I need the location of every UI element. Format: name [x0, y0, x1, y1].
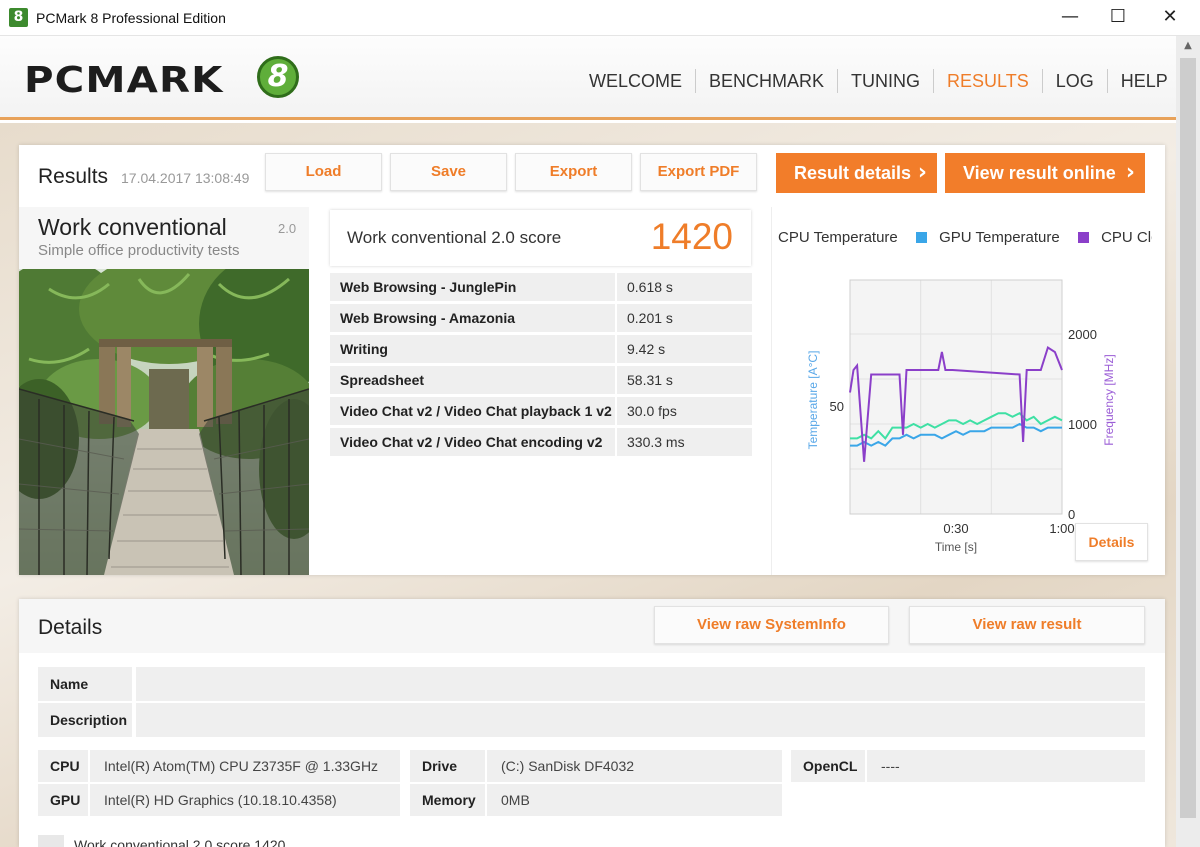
window-title: PCMark 8 Professional Edition: [36, 10, 226, 26]
minimize-button[interactable]: —: [1045, 0, 1095, 36]
nav-help[interactable]: HELP: [1106, 69, 1181, 93]
pcmark-8-logo-badge: 8: [257, 56, 299, 98]
gpu-label: GPU: [38, 784, 88, 816]
expand-toggle[interactable]: [38, 835, 64, 847]
chevron-right-icon: ›: [1125, 160, 1135, 185]
subscore-name: Spreadsheet: [330, 366, 615, 394]
results-title: Results: [38, 165, 109, 188]
y-left-tick-label: 50: [830, 399, 844, 414]
y-left-axis-label: Temperature [A°C]: [806, 351, 820, 450]
cpu-label: CPU: [38, 750, 88, 782]
table-row: Web Browsing - JunglePin 0.618 s: [330, 273, 752, 301]
chart-details-button[interactable]: Details: [1075, 523, 1148, 561]
subscore-value: 9.42 s: [617, 335, 752, 363]
subscore-value: 0.201 s: [617, 304, 752, 332]
table-row: Web Browsing - Amazonia 0.201 s: [330, 304, 752, 332]
nav-log[interactable]: LOG: [1041, 69, 1107, 93]
view-result-online-button[interactable]: View result online ›: [945, 153, 1145, 193]
subscore-value: 0.618 s: [617, 273, 752, 301]
subscore-name: Web Browsing - Amazonia: [330, 304, 615, 332]
nav-results[interactable]: RESULTS: [933, 69, 1042, 93]
results-card: Results 17.04.2017 13:08:49 Load Save Ex…: [19, 145, 1165, 575]
details-card: Details View raw SystemInfo View raw res…: [19, 599, 1165, 847]
view-raw-result-button[interactable]: View raw result: [909, 606, 1145, 644]
close-button[interactable]: ✕: [1145, 0, 1195, 36]
subscore-value: 30.0 fps: [617, 397, 752, 425]
details-header: Details View raw SystemInfo View raw res…: [19, 599, 1165, 653]
score-value: 1420: [650, 216, 733, 257]
export-pdf-button[interactable]: Export PDF: [640, 153, 757, 191]
subscore-value: 330.3 ms: [617, 428, 752, 456]
description-label: Description: [38, 703, 132, 737]
app-header: PCMARK 8 WELCOME BENCHMARK TUNING RESULT…: [0, 36, 1176, 120]
table-row: Video Chat v2 / Video Chat encoding v2 3…: [330, 428, 752, 456]
description-value: [136, 703, 1145, 737]
subscore-name: Video Chat v2 / Video Chat encoding v2: [330, 428, 615, 456]
plot-background: [850, 280, 1062, 514]
partial-score-row: Work conventional 2.0 score 1420: [74, 837, 286, 847]
load-button[interactable]: Load: [265, 153, 382, 191]
subscore-name: Video Chat v2 / Video Chat playback 1 v2: [330, 397, 615, 425]
y-right-axis-label: Frequency [MHz]: [1102, 354, 1116, 445]
y-right-tick-label: 0: [1068, 507, 1075, 522]
test-version: 2.0: [278, 221, 297, 236]
result-details-label: Result details: [794, 163, 912, 183]
y-right-tick-label: 1000: [1068, 417, 1097, 432]
export-button[interactable]: Export: [515, 153, 632, 191]
opencl-label: OpenCL: [791, 750, 865, 782]
view-result-online-label: View result online: [963, 163, 1116, 183]
cpu-value: Intel(R) Atom(TM) CPU Z3735F @ 1.33GHz: [90, 750, 400, 782]
scrollbar-thumb[interactable]: [1180, 58, 1196, 818]
table-row: Writing 9.42 s: [330, 335, 752, 363]
gpu-value: Intel(R) HD Graphics (10.18.10.4358): [90, 784, 400, 816]
view-raw-systeminfo-button[interactable]: View raw SystemInfo: [654, 606, 889, 644]
y-right-tick-label: 2000: [1068, 327, 1097, 342]
name-value: [136, 667, 1145, 701]
pcmark-app-icon: 8: [9, 8, 28, 27]
name-label: Name: [38, 667, 132, 701]
title-bar: 8 PCMark 8 Professional Edition — ☐ ✕: [0, 0, 1200, 36]
memory-value: 0MB: [487, 784, 782, 816]
main-nav: WELCOME BENCHMARK TUNING RESULTS LOG HEL…: [576, 69, 1181, 93]
details-title: Details: [38, 616, 103, 639]
monitoring-panel: CPU Temperature GPU Temperature CPU Clc …: [771, 207, 1165, 575]
maximize-button[interactable]: ☐: [1093, 0, 1143, 36]
chevron-right-icon: ›: [917, 160, 927, 185]
pcmark-logo: PCMARK: [24, 60, 224, 101]
x-axis-label: Time [s]: [935, 540, 977, 554]
x-tick-label: 1:00: [1049, 521, 1074, 536]
test-info-panel: Work conventional 2.0 Simple office prod…: [19, 207, 309, 575]
drive-value: (C:) SanDisk DF4032: [487, 750, 782, 782]
overall-score-box: Work conventional 2.0 score 1420: [330, 210, 751, 266]
monitoring-chart: 50 2000 1000 0 0:30 1:00 Time [s] Temperature […: [806, 279, 1116, 554]
nav-welcome[interactable]: WELCOME: [576, 69, 695, 93]
table-row: Spreadsheet 58.31 s: [330, 366, 752, 394]
table-row: Video Chat v2 / Video Chat playback 1 v2…: [330, 397, 752, 425]
subscore-name: Writing: [330, 335, 615, 363]
save-button[interactable]: Save: [390, 153, 507, 191]
subscore-value: 58.31 s: [617, 366, 752, 394]
nav-benchmark[interactable]: BENCHMARK: [695, 69, 837, 93]
memory-label: Memory: [410, 784, 485, 816]
test-name: Work conventional: [38, 214, 227, 240]
subscore-table: Web Browsing - JunglePin 0.618 s Web Bro…: [330, 273, 752, 459]
test-image-rope-bridge: [19, 269, 309, 575]
results-date: 17.04.2017 13:08:49: [121, 170, 250, 186]
score-label: Work conventional 2.0 score: [347, 228, 562, 247]
x-tick-label: 0:30: [943, 521, 968, 536]
scroll-up-arrow-icon[interactable]: ▲: [1176, 36, 1200, 56]
result-details-button[interactable]: Result details ›: [776, 153, 937, 193]
drive-label: Drive: [410, 750, 485, 782]
nav-tuning[interactable]: TUNING: [837, 69, 933, 93]
opencl-value: ----: [867, 750, 1145, 782]
subscore-name: Web Browsing - JunglePin: [330, 273, 615, 301]
test-description: Simple office productivity tests: [38, 242, 240, 259]
